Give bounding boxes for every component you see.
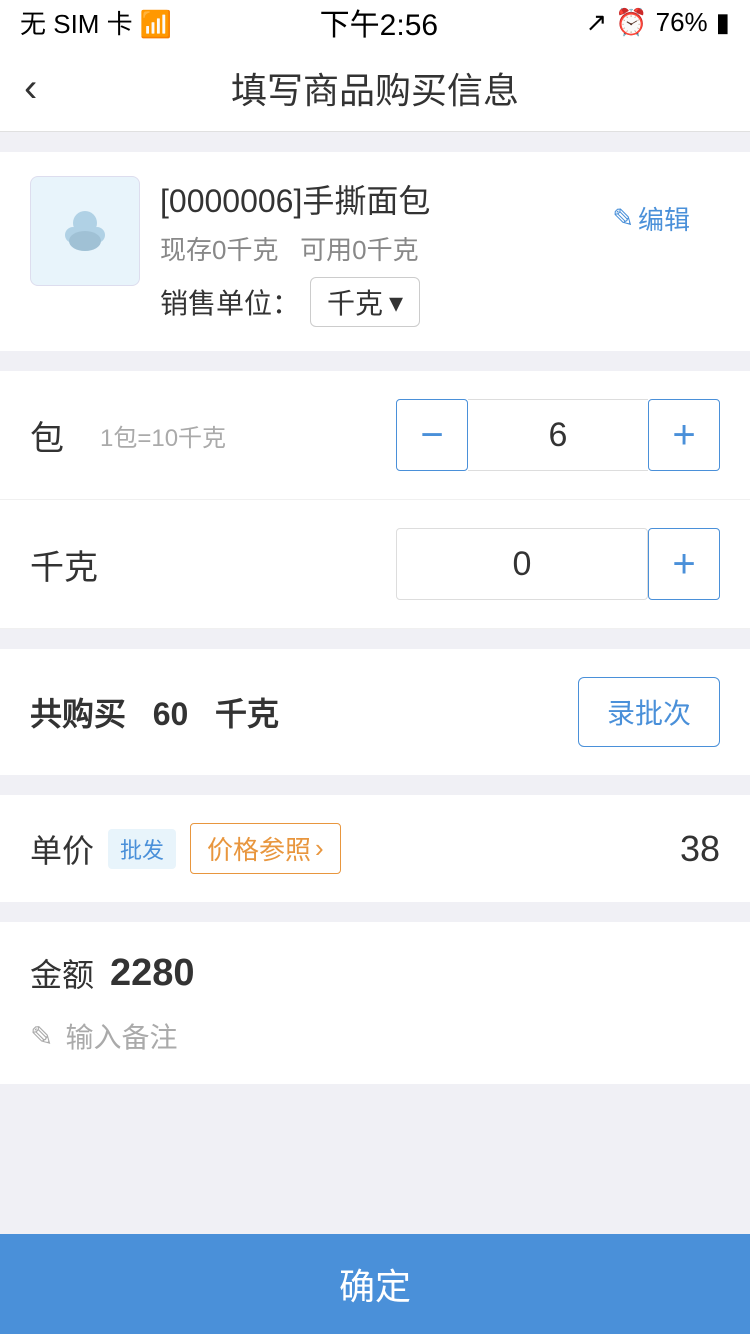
price-left: 单价 批发 价格参照 ›: [30, 823, 341, 874]
status-time: 下午2:56: [320, 0, 438, 44]
amount-section: 金额 2280 ✎ 输入备注: [0, 922, 750, 1084]
battery-icon: ▮: [716, 7, 730, 38]
product-card: [0000006]手撕面包 现存0千克 可用0千克 销售单位： 千克 ▾ ✎ 编…: [0, 152, 750, 351]
product-thumbnail-icon: [55, 201, 115, 261]
unit-bao-label: 包: [30, 411, 90, 460]
quantity-control-bao: − +: [396, 399, 720, 471]
unit-value: 千克: [327, 282, 383, 322]
unit-kg-label: 千克: [30, 540, 98, 589]
price-row: 单价 批发 价格参照 › 38: [30, 823, 720, 874]
amount-label: 金额: [30, 950, 94, 996]
total-row: 共购买 60 千克 录批次: [0, 649, 750, 775]
batch-tag: 批发: [108, 829, 176, 869]
unit-label: 销售单位：: [160, 282, 300, 322]
product-unit-row: 销售单位： 千克 ▾: [160, 277, 720, 327]
status-bar: 无 SIM 卡 📶 下午2:56 ↗ ⏰ 76% ▮: [0, 0, 750, 44]
amount-row: 金额 2280: [30, 950, 720, 996]
quantity-section: 包 1包=10千克 − + 千克 +: [0, 371, 750, 629]
battery-level: 76%: [656, 7, 708, 38]
location-icon: ↗: [585, 7, 607, 38]
unit-select[interactable]: 千克 ▾: [310, 277, 420, 327]
remark-placeholder: 输入备注: [65, 1016, 177, 1056]
total-prefix: 共购买: [30, 696, 126, 732]
page-title: 填写商品购买信息: [231, 62, 519, 114]
page-spacer: [0, 1084, 750, 1234]
price-ref-button[interactable]: 价格参照 ›: [190, 823, 341, 874]
record-batch-button[interactable]: 录批次: [578, 677, 720, 747]
nav-bar: ‹ 填写商品购买信息: [0, 44, 750, 132]
confirm-button[interactable]: 确定: [0, 1234, 750, 1334]
unit-dropdown-icon: ▾: [389, 286, 403, 319]
stock-available: 可用0千克: [300, 235, 418, 265]
increase-bao-button[interactable]: +: [648, 399, 720, 471]
edit-icon: ✎: [612, 203, 634, 234]
price-value: 38: [680, 828, 720, 870]
product-info: [0000006]手撕面包 现存0千克 可用0千克 销售单位： 千克 ▾ ✎ 编…: [160, 176, 720, 327]
product-image: [30, 176, 140, 286]
stock-current: 现存0千克: [160, 235, 278, 265]
price-section: 单价 批发 价格参照 › 38: [0, 795, 750, 902]
total-amount: 60: [153, 696, 189, 732]
quantity-kg-input[interactable]: [396, 528, 648, 600]
quantity-bao-input[interactable]: [468, 399, 648, 471]
quantity-control-kg: +: [396, 528, 720, 600]
remark-row[interactable]: ✎ 输入备注: [30, 1016, 720, 1056]
quantity-row-bao: 包 1包=10千克 − +: [0, 371, 750, 500]
edit-label: 编辑: [638, 200, 690, 237]
unit-bao-hint: 1包=10千克: [100, 418, 396, 453]
alarm-icon: ⏰: [615, 7, 647, 38]
status-carrier: 无 SIM 卡 📶: [20, 4, 172, 41]
increase-kg-button[interactable]: +: [648, 528, 720, 600]
price-label: 单价: [30, 826, 94, 872]
decrease-bao-button[interactable]: −: [396, 399, 468, 471]
amount-value: 2280: [110, 952, 195, 995]
total-unit: 千克: [215, 696, 279, 732]
back-button[interactable]: ‹: [24, 68, 37, 108]
status-right: ↗ ⏰ 76% ▮: [585, 7, 730, 38]
remark-icon: ✎: [30, 1020, 53, 1053]
edit-button[interactable]: ✎ 编辑: [612, 200, 690, 237]
quantity-row-kg: 千克 +: [0, 500, 750, 629]
price-ref-label: 价格参照: [207, 830, 311, 867]
price-ref-arrow-icon: ›: [315, 833, 324, 864]
total-text: 共购买 60 千克: [30, 689, 279, 735]
confirm-label: 确定: [339, 1258, 411, 1310]
